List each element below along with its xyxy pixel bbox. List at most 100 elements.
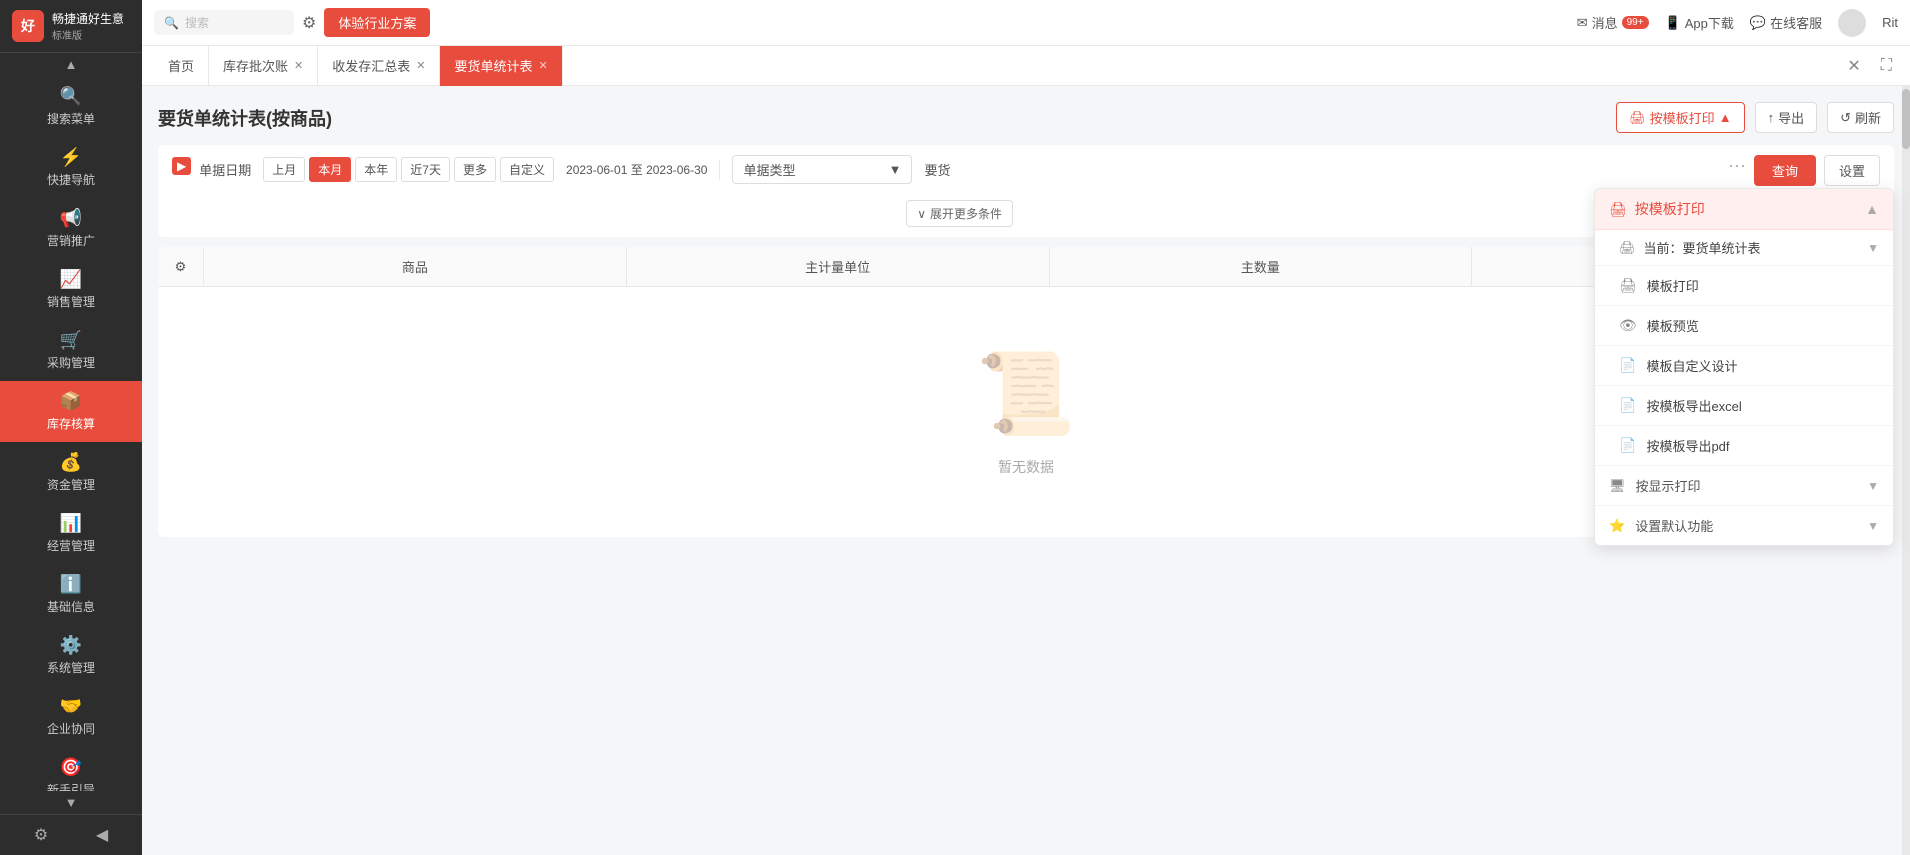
dropdown-header: 🖨 按模板打印 ▲ [1595, 189, 1893, 230]
sidebar-settings-icon[interactable]: ⚙ [34, 825, 48, 845]
sidebar-item-guide[interactable]: 🎯 新手引导 [0, 747, 142, 791]
date-last-month-btn[interactable]: 上月 [263, 157, 305, 182]
marketing-icon: 📢 [60, 208, 82, 229]
settings-filter-btn[interactable]: 设置 [1824, 155, 1880, 186]
dropdown-up-icon[interactable]: ▲ [1865, 201, 1879, 217]
set-default-icon: ⭐ [1609, 518, 1625, 534]
user-avatar[interactable] [1838, 9, 1866, 37]
date-this-month-btn[interactable]: 本月 [309, 157, 351, 182]
tab-receipt-summary[interactable]: 收发存汇总表 ✕ [318, 46, 440, 86]
message-btn[interactable]: ✉ 消息 99+ [1577, 13, 1649, 32]
sidebar-item-basic-info[interactable]: ℹ️ 基础信息 [0, 564, 142, 625]
sidebar-nav: 🔍 搜索菜单 ⚡ 快捷导航 📢 营销推广 📈 销售管理 🛒 采购管理 📦 库存核… [0, 76, 142, 791]
refresh-icon: ↺ [1840, 110, 1851, 126]
tabbar: 首页 库存批次账 ✕ 收发存汇总表 ✕ 要货单统计表 ✕ ✕ ⛶ [142, 46, 1910, 86]
refresh-btn[interactable]: ↺ 刷新 [1827, 102, 1894, 133]
sidebar-item-marketing[interactable]: 📢 营销推广 [0, 198, 142, 259]
tab-maximize-icon[interactable]: ⛶ [1875, 55, 1898, 77]
page-actions: 🖨 按模板打印 ▲ ↑ 导出 ↺ 刷新 [1616, 102, 1894, 133]
app-download-btn[interactable]: 📱 App下载 [1665, 13, 1734, 32]
filter-divider [719, 160, 720, 180]
tab-order-stats[interactable]: 要货单统计表 ✕ [440, 46, 562, 86]
date-range-display: 2023-06-01 至 2023-06-30 [566, 161, 707, 178]
sidebar-item-operations[interactable]: 📊 经营管理 [0, 503, 142, 564]
set-default-arrow: ▼ [1867, 519, 1879, 533]
download-icon: 📱 [1665, 15, 1681, 31]
sidebar-item-finance[interactable]: 💰 资金管理 [0, 442, 142, 503]
sidebar-item-sales[interactable]: 📈 销售管理 [0, 259, 142, 320]
tab-home[interactable]: 首页 [154, 46, 209, 86]
dropdown-sub-set-default[interactable]: ⭐ 设置默认功能 ▼ [1595, 506, 1893, 545]
message-icon: ✉ [1577, 15, 1588, 31]
query-btn[interactable]: 查询 [1754, 155, 1816, 186]
quick-nav-icon: ⚡ [60, 147, 82, 168]
sidebar-scroll-up[interactable]: ▲ [0, 53, 142, 76]
username[interactable]: Rit [1882, 15, 1898, 30]
expand-more-conditions-btn[interactable]: ∨ 展开更多条件 [906, 200, 1013, 227]
sidebar: 好 畅捷通好生意 标准版 ▲ 🔍 搜索菜单 ⚡ 快捷导航 📢 营销推广 📈 销售… [0, 0, 142, 855]
enterprise-icon: 🤝 [60, 696, 82, 717]
date-more-btn[interactable]: 更多 [454, 157, 496, 182]
dropdown-sub-left-default: ⭐ 设置默认功能 [1609, 516, 1713, 535]
dropdown-item-export-pdf[interactable]: 📄 按模板导出pdf [1595, 426, 1893, 466]
sidebar-bottom: ⚙ ◀ [0, 814, 142, 855]
sidebar-item-quick-nav[interactable]: ⚡ 快捷导航 [0, 137, 142, 198]
sidebar-item-inventory[interactable]: 📦 库存核算 [0, 381, 142, 442]
date-last-7-days-btn[interactable]: 近7天 [401, 157, 450, 182]
page-content: 要货单统计表(按商品) 🖨 按模板打印 ▲ ↑ 导出 ↺ 刷新 [142, 86, 1910, 855]
th-settings[interactable]: ⚙ [158, 249, 204, 285]
search-menu-icon: 🔍 [60, 86, 82, 107]
sidebar-collapse-icon[interactable]: ◀ [96, 825, 108, 845]
filter-expand-icon[interactable]: ▶ [172, 157, 191, 175]
template-print-dropdown: 🖨 按模板打印 ▲ 🖨 当前：要货单统计表 ▼ 🖨 模板打印 [1594, 188, 1894, 546]
right-scrollbar[interactable] [1902, 86, 1910, 855]
topbar-gear-icon[interactable]: ⚙ [302, 13, 316, 33]
template-preview-item-icon: 👁 [1619, 317, 1637, 334]
empty-text: 暂无数据 [998, 457, 1054, 477]
topbar-search[interactable]: 🔍 搜索 [154, 10, 294, 35]
export-excel-item-icon: 📄 [1619, 397, 1636, 414]
table-settings-icon[interactable]: ⚙ [175, 259, 187, 274]
scrollbar-thumb [1902, 89, 1910, 149]
sidebar-item-search-menu[interactable]: 🔍 搜索菜单 [0, 76, 142, 137]
online-service-btn[interactable]: 💬 在线客服 [1750, 13, 1822, 32]
export-btn[interactable]: ↑ 导出 [1755, 102, 1818, 133]
template-print-btn[interactable]: 🖨 按模板打印 ▲ [1616, 102, 1744, 133]
order-type-dropdown-icon: ▼ [889, 162, 902, 177]
th-unit: 主计量单位 [627, 247, 1050, 286]
template-print-item-icon: 🖨 [1619, 277, 1637, 294]
dropdown-item-template-preview[interactable]: 👁 模板预览 [1595, 306, 1893, 346]
filter-row-1: 单据日期 上月 本月 本年 近7天 更多 自定义 2023-06-01 至 20… [199, 155, 1720, 184]
logo-text: 畅捷通好生意 标准版 [52, 10, 124, 42]
dropdown-sub-display-print[interactable]: 🖥 按显示打印 ▼ [1595, 466, 1893, 506]
template-design-item-icon: 📄 [1619, 357, 1636, 374]
system-icon: ⚙️ [60, 635, 82, 656]
dropdown-current-left: 🖨 当前：要货单统计表 [1619, 238, 1761, 257]
sidebar-scroll-down[interactable]: ▼ [0, 791, 142, 814]
date-filter-label: 单据日期 [199, 160, 251, 179]
template-print-arrow: ▲ [1719, 110, 1732, 125]
trial-btn[interactable]: 体验行业方案 [324, 8, 430, 37]
service-icon: 💬 [1750, 15, 1766, 31]
date-custom-btn[interactable]: 自定义 [500, 157, 554, 182]
empty-illustration: 📜 [976, 347, 1076, 441]
tab-close-receipt-summary[interactable]: ✕ [416, 59, 425, 72]
filter-expand-row: ∨ 展开更多条件 [199, 192, 1720, 227]
dropdown-item-template-print[interactable]: 🖨 模板打印 [1595, 266, 1893, 306]
dropdown-item-template-design[interactable]: 📄 模板自定义设计 [1595, 346, 1893, 386]
yh-filter-label: 要货 [924, 160, 950, 179]
sidebar-item-system[interactable]: ⚙️ 系统管理 [0, 625, 142, 686]
tab-close-order-stats[interactable]: ✕ [539, 59, 548, 72]
sidebar-logo: 好 畅捷通好生意 标准版 [0, 0, 142, 53]
sidebar-item-enterprise[interactable]: 🤝 企业协同 [0, 686, 142, 747]
tab-close-all-icon[interactable]: ✕ [1841, 54, 1866, 78]
order-type-select[interactable]: 单据类型 ▼ [732, 155, 912, 184]
dropdown-item-export-excel[interactable]: 📄 按模板导出excel [1595, 386, 1893, 426]
tab-inventory-batch[interactable]: 库存批次账 ✕ [209, 46, 318, 86]
tab-close-inventory-batch[interactable]: ✕ [294, 59, 303, 72]
filter-more-icon[interactable]: ··· [1728, 155, 1746, 186]
sidebar-item-purchase[interactable]: 🛒 采购管理 [0, 320, 142, 381]
dropdown-current-template[interactable]: 🖨 当前：要货单统计表 ▼ [1595, 230, 1893, 266]
topbar-right: ✉ 消息 99+ 📱 App下载 💬 在线客服 Rit [1577, 9, 1898, 37]
date-this-year-btn[interactable]: 本年 [355, 157, 397, 182]
